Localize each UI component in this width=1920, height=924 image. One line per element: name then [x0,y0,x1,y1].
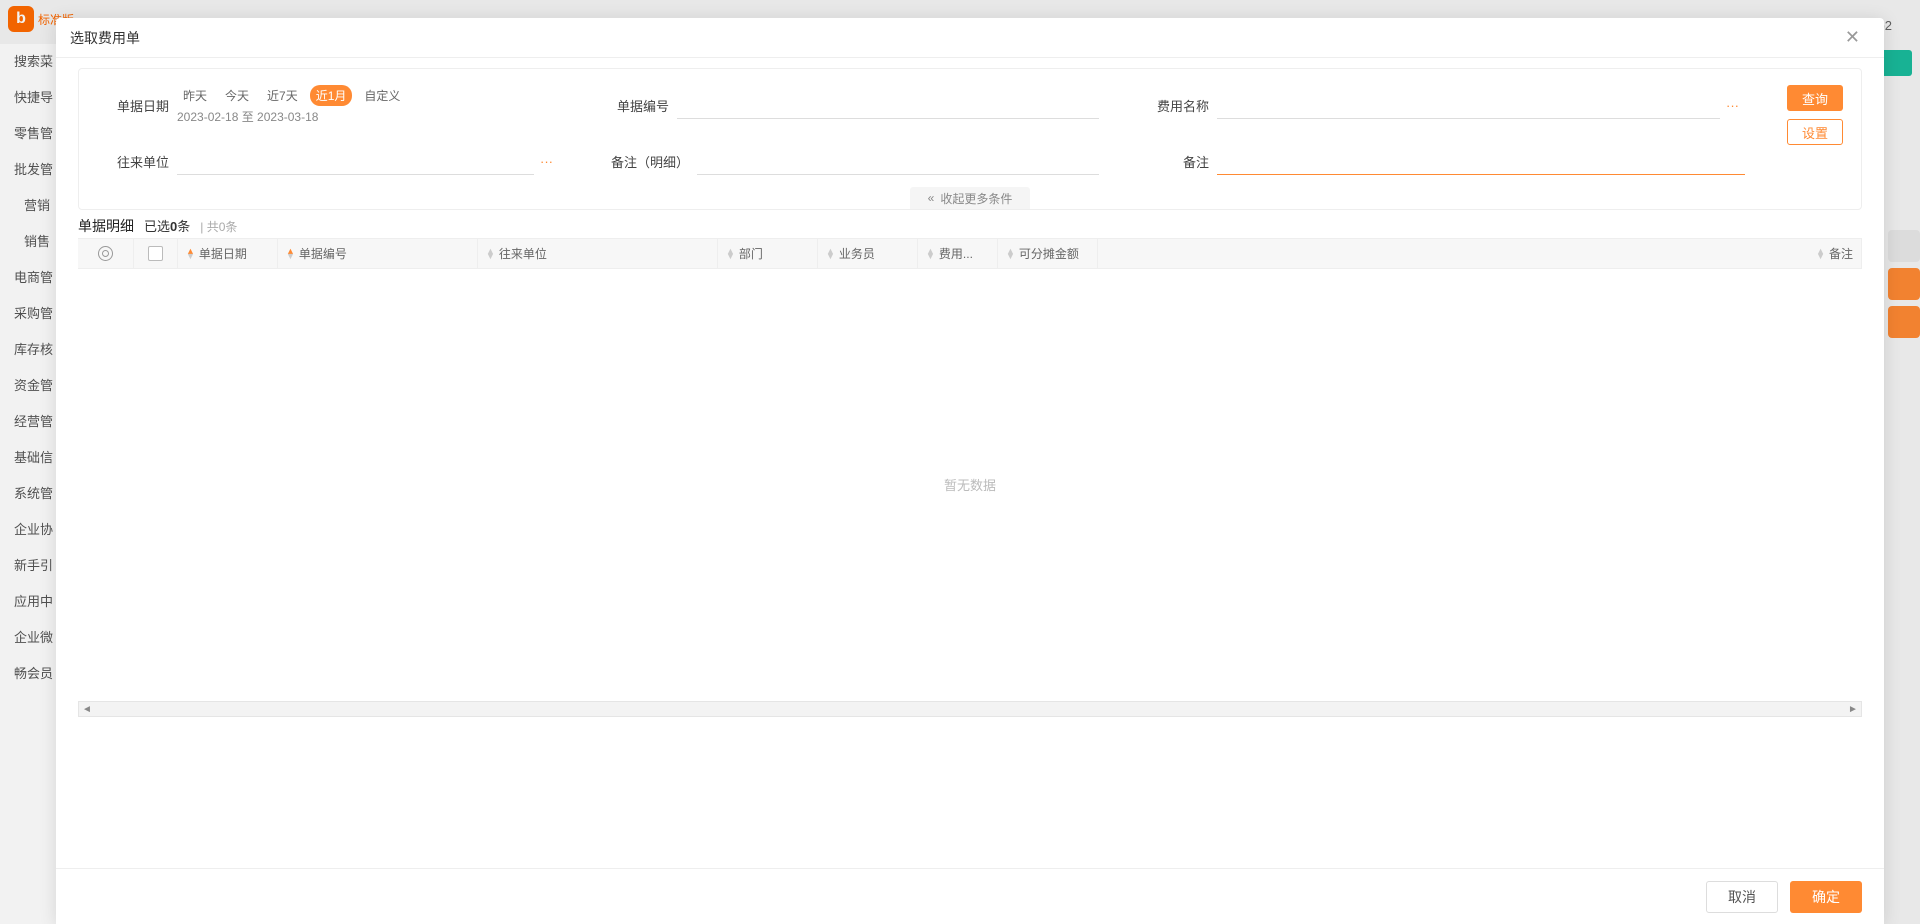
modal-title: 选取费用单 [70,28,140,48]
col-partner[interactable]: ▲▼往来单位 [478,239,718,268]
settings-button[interactable]: 设置 [1787,119,1843,145]
filter-partner-label: 往来单位 [99,152,169,171]
collapse-label: 收起更多条件 [940,190,1012,207]
col-fee[interactable]: ▲▼费用... [918,239,998,268]
filter-date-label: 单据日期 [99,96,169,115]
scroll-right-icon[interactable]: ► [1845,702,1861,716]
selected-count: 已选0条 [144,216,190,235]
col-docno[interactable]: ▲▼单据编号 [278,239,478,268]
filter-docno-label: 单据编号 [599,96,669,115]
confirm-button[interactable]: 确定 [1790,881,1862,913]
horizontal-scrollbar[interactable]: ◄ ► [78,701,1862,717]
date-range-text: 2023-02-18 至 2023-03-18 [177,108,559,125]
chevron-up-icon: « [928,191,935,205]
filter-panel: 单据日期 昨天 今天 近7天 近1月 自定义 2023-02-18 至 2023… [78,68,1862,210]
col-date[interactable]: ▲▼单据日期 [178,239,278,268]
remark-input[interactable] [1217,147,1745,175]
details-tab[interactable]: 单据明细 [78,216,134,236]
date-chip-yesterday[interactable]: 昨天 [177,85,213,106]
checkbox-icon [148,246,163,261]
column-settings[interactable] [78,239,134,268]
date-chip-today[interactable]: 今天 [219,85,255,106]
date-chip-custom[interactable]: 自定义 [358,85,406,106]
date-chip-7d[interactable]: 近7天 [261,85,304,106]
filter-remark-label: 备注 [1139,152,1209,171]
partner-input[interactable] [177,147,534,175]
select-fee-doc-modal: 选取费用单 ✕ 单据日期 昨天 今天 近7天 近1月 自定义 2023-0 [56,18,1884,924]
doc-no-input[interactable] [677,91,1099,119]
collapse-filters-button[interactable]: « 收起更多条件 [910,187,1031,209]
empty-state: 暂无数据 [78,269,1862,699]
filter-feename-label: 费用名称 [1139,96,1209,115]
close-icon[interactable]: ✕ [1841,23,1864,52]
cancel-button[interactable]: 取消 [1706,881,1778,913]
col-alloc[interactable]: ▲▼可分摊金额 [998,239,1098,268]
filter-remark-detail-label: 备注（明细） [599,152,689,171]
col-biz[interactable]: ▲▼业务员 [818,239,918,268]
fee-name-input[interactable] [1217,91,1720,119]
query-button[interactable]: 查询 [1787,85,1843,111]
remark-detail-input[interactable] [697,147,1099,175]
select-all-column[interactable] [134,239,178,268]
total-count: | 共0条 [200,218,237,235]
fee-name-picker-icon[interactable]: ··· [1720,98,1745,113]
gear-icon [98,246,113,261]
date-chip-1m[interactable]: 近1月 [310,85,353,106]
partner-picker-icon[interactable]: ··· [534,154,559,169]
col-dept[interactable]: ▲▼部门 [718,239,818,268]
result-table: ▲▼单据日期 ▲▼单据编号 ▲▼往来单位 ▲▼部门 ▲▼业务员 ▲▼费用... … [78,238,1862,699]
scroll-left-icon[interactable]: ◄ [79,702,95,716]
col-remark[interactable]: ▲▼备注 [1098,239,1862,268]
